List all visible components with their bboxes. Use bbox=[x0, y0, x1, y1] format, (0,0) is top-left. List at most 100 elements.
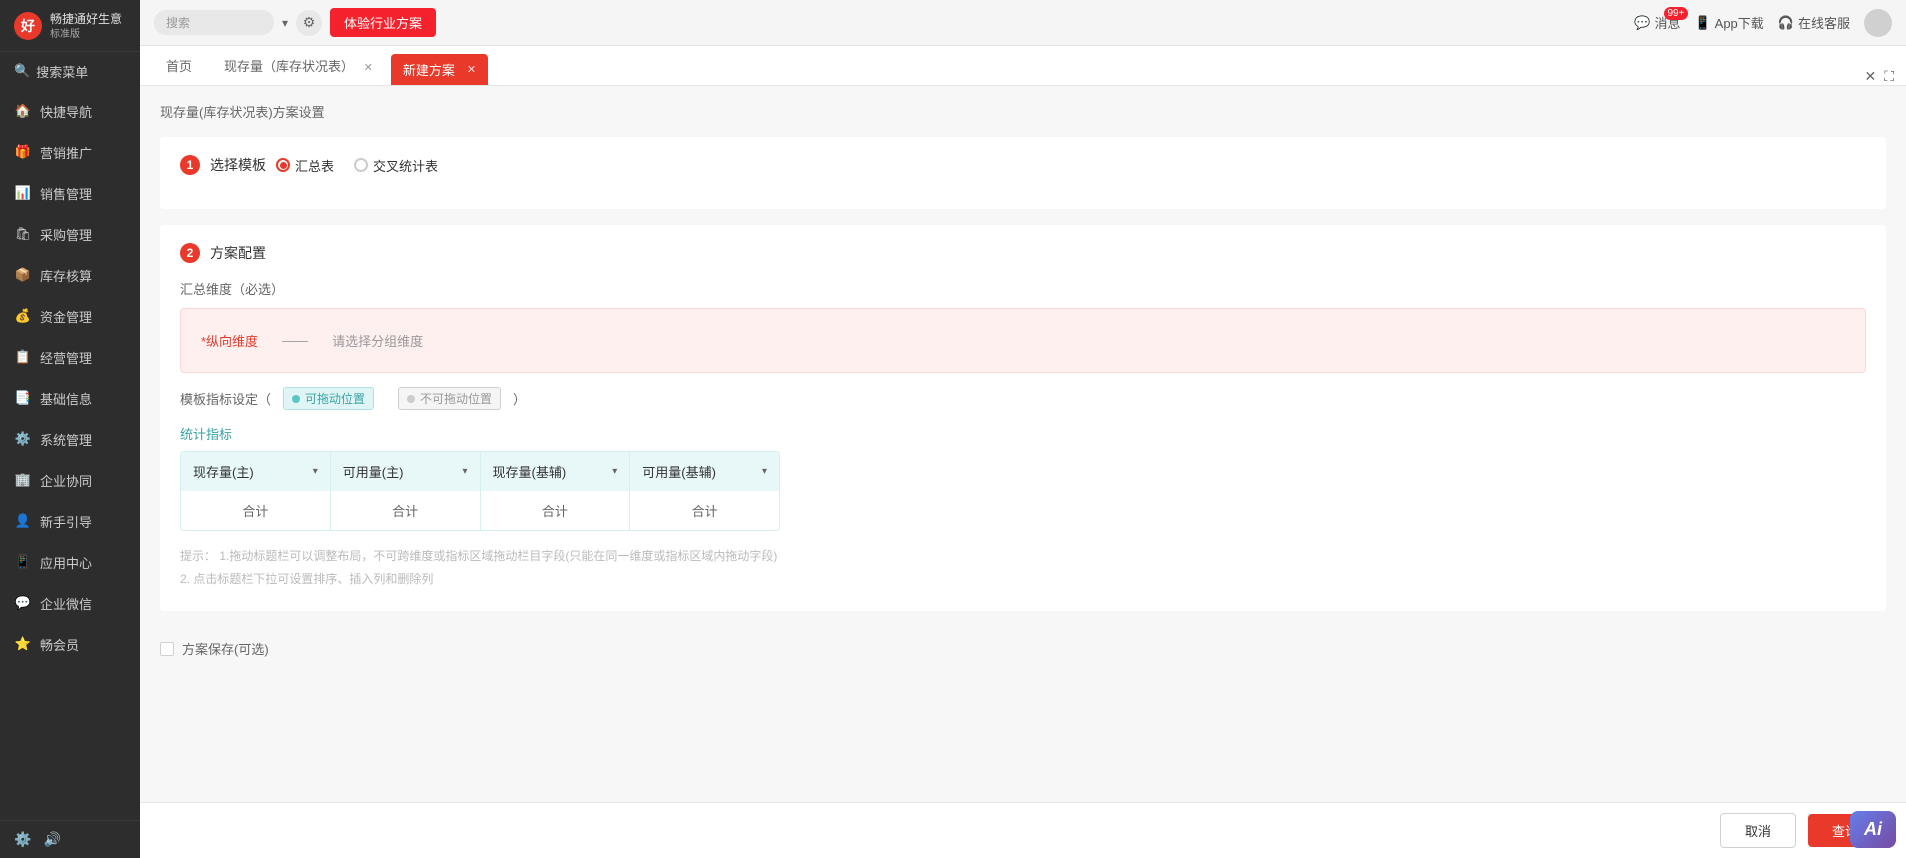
user-avatar[interactable] bbox=[1864, 9, 1892, 37]
sidebar-item-system[interactable]: ⚙️ 系统管理 bbox=[0, 419, 140, 460]
dimension-row[interactable]: *纵向维度 —— 请选择分组维度 bbox=[180, 308, 1866, 373]
topbar: 搜索 ▾ ⚙ 体验行业方案 💬 消息 99+ 📱 App下载 🎧 在线客服 bbox=[140, 0, 1906, 46]
section1-title: 选择模板 bbox=[210, 155, 266, 175]
draggable-badge: 可拖动位置 bbox=[283, 387, 374, 410]
sidebar-item-sales[interactable]: 📊 销售管理 bbox=[0, 173, 140, 214]
stats-col-3[interactable]: 现存量(基辅) ▾ bbox=[481, 452, 631, 491]
tab-new-scheme[interactable]: 新建方案 ✕ bbox=[391, 54, 488, 85]
topbar-dropdown[interactable]: ▾ bbox=[282, 16, 288, 30]
sidebar-item-enterprise[interactable]: 🏢 企业协同 bbox=[0, 460, 140, 501]
sidebar-item-inventory[interactable]: 📦 库存核算 bbox=[0, 255, 140, 296]
sidebar-item-newbie[interactable]: 👤 新手引导 bbox=[0, 501, 140, 542]
headset-icon: 🎧 bbox=[1778, 15, 1794, 31]
dimension-label: 汇总维度（必选） bbox=[180, 279, 1866, 298]
ai-badge[interactable]: Ai bbox=[1850, 811, 1896, 848]
bag-icon: 🛍 bbox=[14, 225, 32, 243]
save-checkbox[interactable] bbox=[160, 642, 174, 656]
tab-new-scheme-close-icon[interactable]: ✕ bbox=[467, 63, 476, 76]
stats-table-header: 现存量(主) ▾ 可用量(主) ▾ 现存量(基辅) ▾ 可用量(基辅) ▾ bbox=[181, 452, 779, 491]
topbar-left: 搜索 ▾ ⚙ 体验行业方案 bbox=[154, 8, 436, 37]
indicator-label-text: 模板指标设定（ bbox=[180, 389, 271, 408]
section2-header: 2 方案配置 bbox=[180, 243, 1866, 263]
trial-button[interactable]: 体验行业方案 bbox=[330, 8, 436, 37]
apps-icon: 📱 bbox=[14, 553, 32, 571]
app-download-group[interactable]: 📱 App下载 bbox=[1694, 13, 1763, 32]
sidebar-search[interactable]: 🔍 搜索菜单 bbox=[0, 52, 140, 91]
tips-title: 提示： bbox=[180, 549, 216, 563]
radio-cross-circle bbox=[354, 158, 368, 172]
cancel-button[interactable]: 取消 bbox=[1720, 813, 1796, 848]
stats-col-4[interactable]: 可用量(基辅) ▾ bbox=[630, 452, 779, 491]
section1-header: 1 选择模板 汇总表 交叉统计表 bbox=[180, 155, 1866, 175]
section-template: 1 选择模板 汇总表 交叉统计表 bbox=[160, 137, 1886, 209]
tab-close-all-icon[interactable]: ✕ bbox=[1864, 68, 1876, 85]
settings-icon: ⚙️ bbox=[14, 430, 32, 448]
gift-icon: 🎁 bbox=[14, 143, 32, 161]
indicator-row: 模板指标设定（ 可拖动位置 不可拖动位置 ） bbox=[180, 387, 1866, 410]
page-title: 现存量(库存状况表)方案设置 bbox=[160, 102, 1886, 121]
stats-table: 现存量(主) ▾ 可用量(主) ▾ 现存量(基辅) ▾ 可用量(基辅) ▾ bbox=[180, 451, 780, 531]
non-draggable-badge: 不可拖动位置 bbox=[398, 387, 501, 410]
box-icon: 📦 bbox=[14, 266, 32, 284]
tab-inventory-close-icon[interactable]: ✕ bbox=[364, 62, 373, 74]
member-icon: ⭐ bbox=[14, 635, 32, 653]
dimension-config: 汇总维度（必选） *纵向维度 —— 请选择分组维度 bbox=[180, 279, 1866, 373]
non-draggable-dot bbox=[407, 395, 415, 403]
sidebar-logo: 好 畅捷通好生意 标准版 bbox=[0, 0, 140, 52]
stats-label: 统计指标 bbox=[180, 424, 1866, 443]
wallet-icon: 💰 bbox=[14, 307, 32, 325]
speaker-icon[interactable]: 🔊 bbox=[43, 831, 60, 848]
sidebar-item-operation[interactable]: 📋 经营管理 bbox=[0, 337, 140, 378]
tab-expand-icon[interactable]: ⛶ bbox=[1884, 68, 1894, 85]
sidebar-item-marketing[interactable]: 🎁 营销推广 bbox=[0, 132, 140, 173]
sidebar-item-wechat[interactable]: 💬 企业微信 bbox=[0, 583, 140, 624]
save-label: 方案保存(可选) bbox=[182, 639, 269, 658]
message-icon: 💬 bbox=[1634, 15, 1650, 31]
tips-item-2: 2. 点击标题栏下拉可设置排序、插入列和删除列 bbox=[180, 570, 1866, 587]
indicator-close-paren: ） bbox=[513, 389, 526, 408]
section-config: 2 方案配置 汇总维度（必选） *纵向维度 —— 请选择分组维度 模板指标设定（… bbox=[160, 225, 1886, 611]
section2-title: 方案配置 bbox=[210, 243, 266, 263]
topbar-gear-icon[interactable]: ⚙ bbox=[296, 10, 322, 36]
page-body: 现存量(库存状况表)方案设置 1 选择模板 汇总表 交叉统计表 bbox=[140, 86, 1906, 802]
col4-chevron-icon: ▾ bbox=[762, 466, 767, 477]
stats-cell-1-1: 合计 bbox=[181, 491, 331, 530]
stats-col-1[interactable]: 现存量(主) ▾ bbox=[181, 452, 331, 491]
search-icon: 🔍 bbox=[14, 63, 30, 79]
message-icon-group[interactable]: 💬 消息 99+ bbox=[1634, 13, 1680, 32]
sidebar-item-finance[interactable]: 💰 资金管理 bbox=[0, 296, 140, 337]
radio-summary[interactable]: 汇总表 bbox=[276, 156, 334, 175]
wechat-icon: 💬 bbox=[14, 594, 32, 612]
col3-chevron-icon: ▾ bbox=[612, 466, 617, 477]
message-badge: 99+ bbox=[1664, 7, 1689, 20]
col1-chevron-icon: ▾ bbox=[313, 466, 318, 477]
draggable-dot bbox=[292, 395, 300, 403]
dimension-required: *纵向维度 bbox=[201, 331, 258, 350]
radio-cross[interactable]: 交叉统计表 bbox=[354, 156, 438, 175]
settings-footer-icon[interactable]: ⚙️ bbox=[14, 831, 31, 848]
chart-icon: 📊 bbox=[14, 184, 32, 202]
stats-col-2[interactable]: 可用量(主) ▾ bbox=[331, 452, 481, 491]
dimension-dash: —— bbox=[282, 333, 308, 348]
sidebar-nav: 🏠 快捷导航 🎁 营销推广 📊 销售管理 🛍 采购管理 📦 库存核算 💰 资金管… bbox=[0, 91, 140, 820]
bottom-bar: 取消 查询 bbox=[140, 802, 1906, 858]
stats-cell-1-2: 合计 bbox=[331, 491, 481, 530]
sidebar-item-basic[interactable]: 📑 基础信息 bbox=[0, 378, 140, 419]
sidebar-item-purchase[interactable]: 🛍 采购管理 bbox=[0, 214, 140, 255]
save-option: 方案保存(可选) bbox=[160, 627, 1886, 670]
dimension-placeholder: 请选择分组维度 bbox=[332, 331, 423, 350]
grid-icon: 📋 bbox=[14, 348, 32, 366]
stats-cell-1-4: 合计 bbox=[630, 491, 779, 530]
building-icon: 🏢 bbox=[14, 471, 32, 489]
sidebar-item-member[interactable]: ⭐ 畅会员 bbox=[0, 624, 140, 665]
tab-home[interactable]: 首页 bbox=[152, 48, 206, 85]
online-service-group[interactable]: 🎧 在线客服 bbox=[1778, 13, 1850, 32]
sidebar-item-apps[interactable]: 📱 应用中心 bbox=[0, 542, 140, 583]
sidebar-item-quick-nav[interactable]: 🏠 快捷导航 bbox=[0, 91, 140, 132]
topbar-search-box[interactable]: 搜索 bbox=[154, 10, 274, 35]
main-content: 搜索 ▾ ⚙ 体验行业方案 💬 消息 99+ 📱 App下载 🎧 在线客服 bbox=[140, 0, 1906, 858]
tab-inventory-status[interactable]: 现存量（库存状况表） ✕ bbox=[210, 48, 387, 85]
stats-table-body: 合计 合计 合计 合计 bbox=[181, 491, 779, 530]
tips-section: 提示： 1.拖动标题栏可以调整布局，不可跨维度或指标区域拖动栏目字段(只能在同一… bbox=[180, 547, 1866, 587]
tips-item-1: 提示： 1.拖动标题栏可以调整布局，不可跨维度或指标区域拖动栏目字段(只能在同一… bbox=[180, 547, 1866, 564]
